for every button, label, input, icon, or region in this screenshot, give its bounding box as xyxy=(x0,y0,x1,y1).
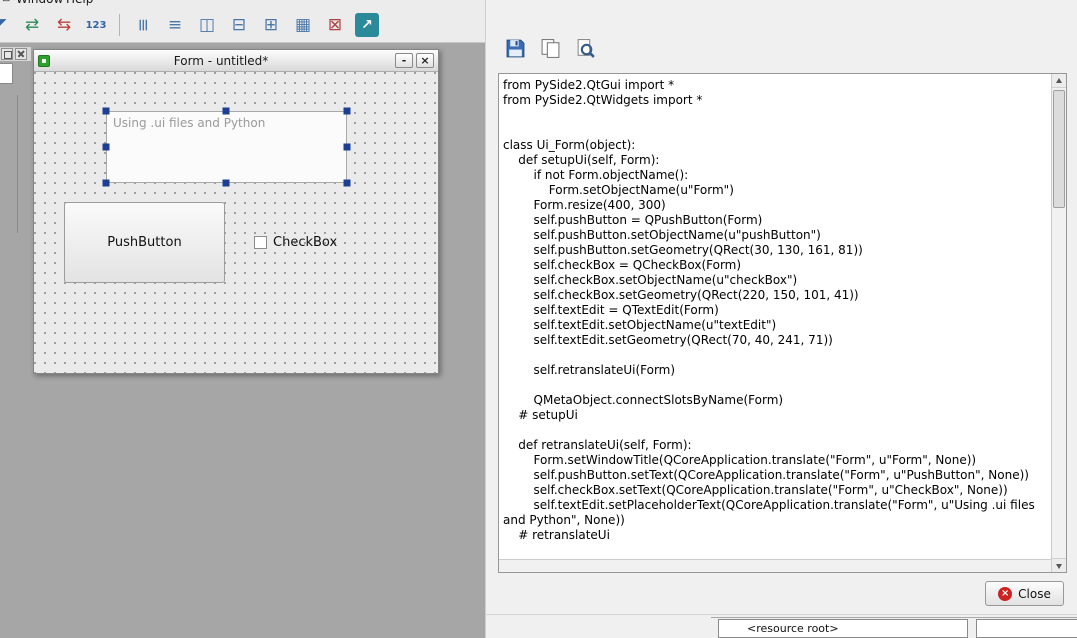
main-toolbar: ◤ ⇄ ⇆ 123 ≡ ≡ ◫ ⊟ ⊞ ▦ ⊠ ↗ xyxy=(0,8,485,43)
code-dialog-toolbar xyxy=(502,35,598,61)
edit-widgets-icon[interactable]: ◤ xyxy=(0,13,12,37)
code-view[interactable]: from PySide2.QtGui import *from PySide2.… xyxy=(498,73,1067,573)
form-window-titlebar[interactable]: Form - untitled* - × xyxy=(34,50,438,72)
textedit-widget[interactable]: Using .ui files and Python xyxy=(106,111,347,183)
code-line: self.textEdit.setPlaceholderText(QCoreAp… xyxy=(503,498,1051,513)
code-line xyxy=(503,348,1051,363)
resource-tree-fragment[interactable]: <resource root> xyxy=(718,619,968,638)
code-line: def setupUi(self, Form): xyxy=(503,153,1051,168)
save-icon[interactable] xyxy=(502,35,528,61)
dock-float-icon[interactable] xyxy=(1,48,13,60)
dock-filter-input-fragment[interactable] xyxy=(0,63,13,84)
layout-grid-icon[interactable]: ⊞ xyxy=(259,13,283,37)
pushbutton-widget[interactable]: PushButton xyxy=(64,202,225,283)
horizontal-scrollbar[interactable] xyxy=(499,559,1051,572)
menu-item-help[interactable]: Help xyxy=(66,0,93,6)
selection-handle[interactable] xyxy=(344,144,351,151)
selection-handle[interactable] xyxy=(344,180,351,187)
code-line: from PySide2.QtWidgets import * xyxy=(503,93,1051,108)
edit-signals-slots-icon[interactable]: ⇄ xyxy=(20,13,44,37)
form-canvas[interactable]: Using .ui files and Python PushButton Ch… xyxy=(34,72,438,373)
layout-form-icon[interactable]: ▦ xyxy=(291,13,315,37)
scrollbar-thumb[interactable] xyxy=(1053,90,1065,208)
selection-handle[interactable] xyxy=(223,180,230,187)
code-line: self.checkBox.setText(QCoreApplication.t… xyxy=(503,483,1051,498)
code-line: QMetaObject.connectSlotsByName(Form) xyxy=(503,393,1051,408)
edit-buddies-icon[interactable]: ⇆ xyxy=(52,13,76,37)
close-x-icon: × xyxy=(998,587,1012,601)
copy-icon[interactable] xyxy=(537,35,563,61)
resource-detail-fragment[interactable] xyxy=(976,619,1077,638)
code-line: self.checkBox.setGeometry(QRect(220, 150… xyxy=(503,288,1051,303)
code-line: self.pushButton.setGeometry(QRect(30, 13… xyxy=(503,243,1051,258)
qt-designer-screen: ⊞ Window Help ◤ ⇄ ⇆ 123 ≡ ≡ ◫ ⊟ ⊞ ▦ ⊠ ↗ Form - unti… xyxy=(0,0,1077,638)
code-line: self.textEdit.setGeometry(QRect(70, 40, … xyxy=(503,333,1051,348)
dock-close-icon[interactable] xyxy=(15,48,27,60)
code-line xyxy=(503,423,1051,438)
layout-vertical-icon[interactable]: ≡ xyxy=(163,13,187,37)
code-line: self.checkBox = QCheckBox(Form) xyxy=(503,258,1051,273)
checkbox-widget[interactable]: CheckBox xyxy=(254,222,355,263)
scroll-up-icon[interactable] xyxy=(1052,74,1066,88)
resource-panel-divider xyxy=(711,617,1077,618)
close-button-label: Close xyxy=(1018,587,1051,601)
workspace: Form - untitled* - × Using .ui files and… xyxy=(0,43,485,638)
layout-horizontal-icon[interactable]: ≡ xyxy=(131,13,155,37)
menu-grid-icon: ⊞ xyxy=(2,0,10,4)
code-line xyxy=(503,123,1051,138)
selection-handle[interactable] xyxy=(223,108,230,115)
dock-titlebar-fragment xyxy=(0,47,31,61)
code-line: self.retranslateUi(Form) xyxy=(503,363,1051,378)
code-line: Form.setWindowTitle(QCoreApplication.tra… xyxy=(503,453,1051,468)
code-line: Form.resize(400, 300) xyxy=(503,198,1051,213)
code-line: # retranslateUi xyxy=(503,528,1051,543)
selection-handle[interactable] xyxy=(103,144,110,151)
code-line: class Ui_Form(object): xyxy=(503,138,1051,153)
layout-splitter-vertical-icon[interactable]: ⊟ xyxy=(227,13,251,37)
code-preview-dialog: from PySide2.QtGui import *from PySide2.… xyxy=(485,0,1077,638)
break-layout-icon[interactable]: ⊠ xyxy=(323,13,347,37)
code-content[interactable]: from PySide2.QtGui import *from PySide2.… xyxy=(499,74,1051,559)
code-line: self.textEdit = QTextEdit(Form) xyxy=(503,303,1051,318)
dock-panel-edge xyxy=(17,95,18,233)
find-icon[interactable] xyxy=(572,35,598,61)
checkbox-label: CheckBox xyxy=(273,235,337,250)
code-line: if not Form.objectName(): xyxy=(503,168,1051,183)
code-line: self.pushButton.setObjectName(u"pushButt… xyxy=(503,228,1051,243)
close-button[interactable]: × xyxy=(416,53,434,68)
form-window-icon xyxy=(38,55,50,67)
form-designer-window: Form - untitled* - × Using .ui files and… xyxy=(33,49,439,374)
selection-handle[interactable] xyxy=(103,108,110,115)
code-line: self.textEdit.setObjectName(u"textEdit") xyxy=(503,318,1051,333)
close-dialog-button[interactable]: × Close xyxy=(985,581,1064,606)
toolbar-separator xyxy=(119,14,120,36)
menu-item-window[interactable]: Window xyxy=(16,0,63,6)
minimize-button[interactable]: - xyxy=(395,53,413,68)
vertical-scrollbar[interactable] xyxy=(1051,74,1066,572)
code-line: # setupUi xyxy=(503,408,1051,423)
code-line: def retranslateUi(self, Form): xyxy=(503,438,1051,453)
textedit-placeholder: Using .ui files and Python xyxy=(113,116,265,130)
layout-splitter-horizontal-icon[interactable]: ◫ xyxy=(195,13,219,37)
code-line: Form.setObjectName(u"Form") xyxy=(503,183,1051,198)
selection-handle[interactable] xyxy=(344,108,351,115)
code-line: self.pushButton.setText(QCoreApplication… xyxy=(503,468,1051,483)
selection-handle[interactable] xyxy=(103,180,110,187)
scroll-down-icon[interactable] xyxy=(1052,558,1066,572)
panel-divider xyxy=(486,614,1077,615)
form-window-title: Form - untitled* xyxy=(50,54,392,68)
menubar: ⊞ Window Help xyxy=(0,0,485,8)
code-line: and Python", None)) xyxy=(503,513,1051,528)
edit-tab-order-icon[interactable]: 123 xyxy=(84,13,108,37)
adjust-size-icon[interactable]: ↗ xyxy=(355,13,379,37)
resource-root-label: <resource root> xyxy=(747,622,839,635)
code-line: self.checkBox.setObjectName(u"checkBox") xyxy=(503,273,1051,288)
code-line: from PySide2.QtGui import * xyxy=(503,78,1051,93)
code-line xyxy=(503,108,1051,123)
code-line: self.pushButton = QPushButton(Form) xyxy=(503,213,1051,228)
code-line xyxy=(503,378,1051,393)
checkbox-indicator[interactable] xyxy=(254,236,267,249)
